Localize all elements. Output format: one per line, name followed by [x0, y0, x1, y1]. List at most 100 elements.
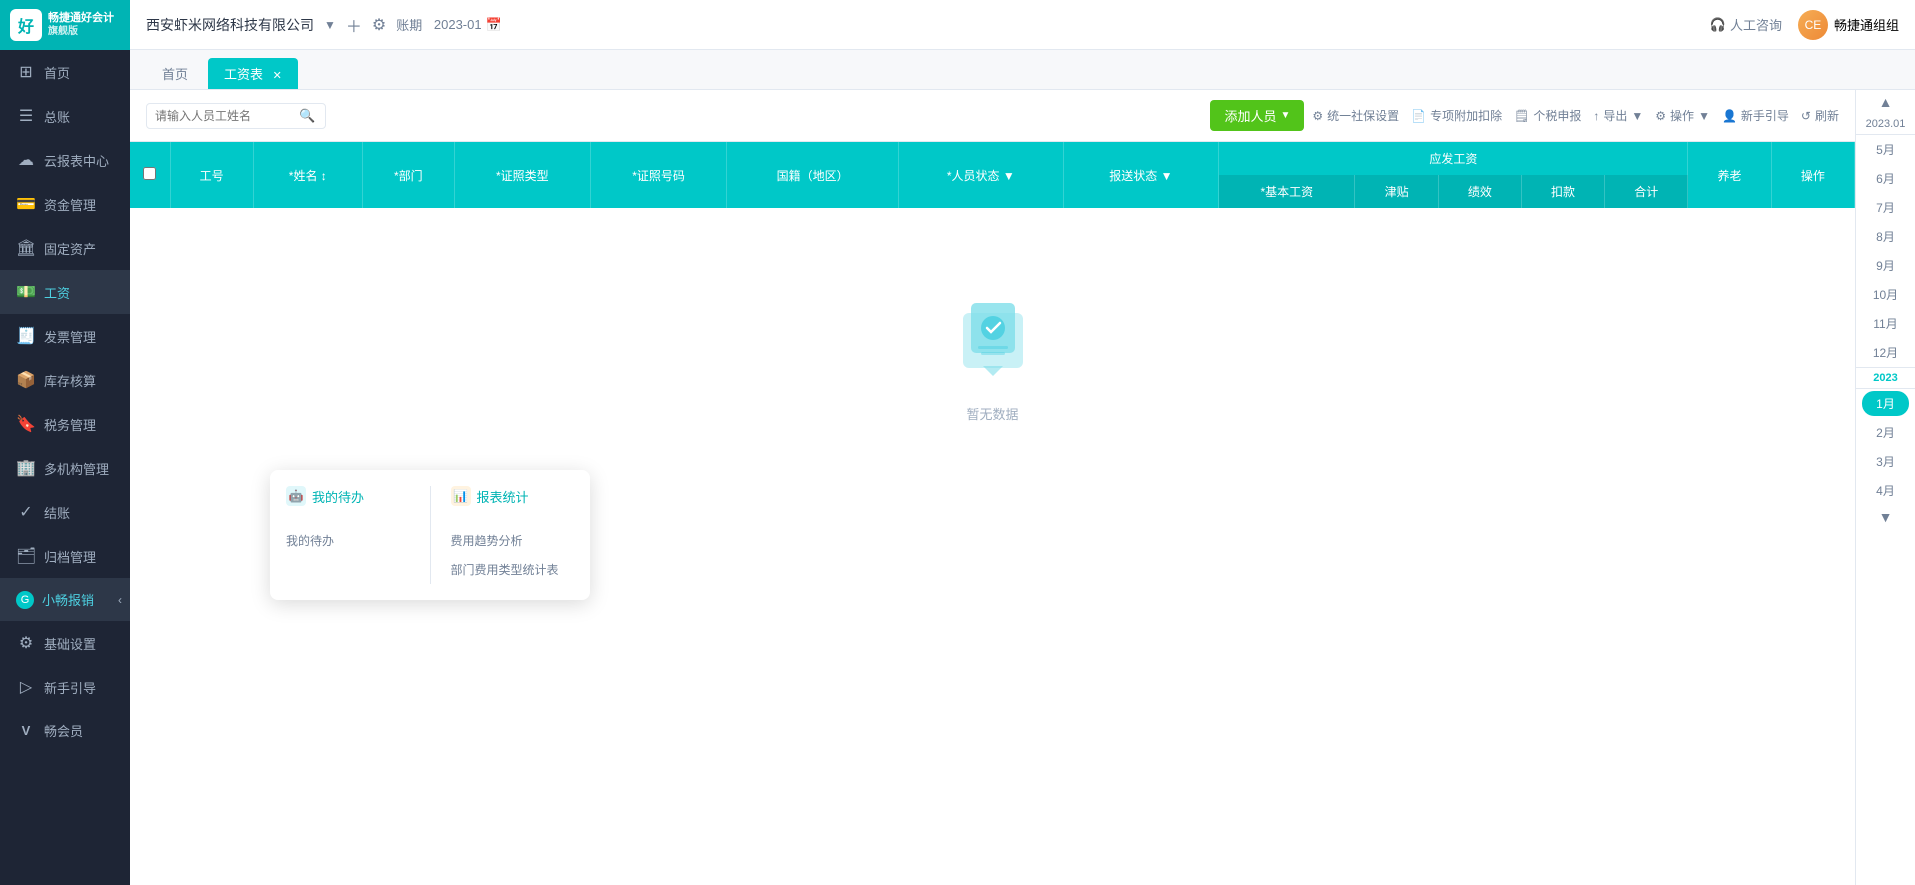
topbar-right: 🎧 人工咨询 CE 畅捷通组组: [1710, 10, 1899, 40]
new-guide-icon: ▷: [16, 677, 36, 697]
popup-report-item-2[interactable]: 部门费用类型统计表: [451, 555, 575, 584]
home-icon: ⊞: [16, 62, 36, 82]
basic-settings-icon: ⚙: [16, 633, 36, 653]
sidebar-item-ledger[interactable]: ☰ 总账: [0, 94, 130, 138]
social-insurance-icon: ⚙: [1312, 109, 1323, 123]
cloud-icon: ☁: [16, 150, 36, 170]
empty-state: 暂无数据: [130, 208, 1855, 503]
timeline-nav-up[interactable]: ▲: [1856, 90, 1915, 114]
popup-divider: [430, 486, 431, 584]
sidebar-item-fixed-assets[interactable]: 🏛 固定资产: [0, 226, 130, 270]
export-btn[interactable]: ↑ 导出 ▼: [1593, 107, 1643, 124]
timeline-month-10[interactable]: 10月: [1856, 280, 1915, 309]
empty-icon: [943, 288, 1043, 388]
refresh-btn[interactable]: ↺ 刷新: [1801, 107, 1839, 124]
tab-salary[interactable]: 工资表 ✕: [208, 58, 298, 89]
app-logo: 好 畅捷通好会计 旗舰版: [0, 0, 130, 50]
sidebar-item-cloud-report[interactable]: ☁ 云报表中心: [0, 138, 130, 182]
sidebar-item-member[interactable]: V 畅会员: [0, 709, 130, 752]
id-type-header: *证照类型: [454, 142, 590, 208]
department-header: *部门: [362, 142, 454, 208]
sidebar-item-home[interactable]: ⊞ 首页: [0, 50, 130, 94]
sidebar-item-basic-settings-label: 基础设置: [44, 634, 96, 653]
logo-icon: 好: [10, 9, 42, 41]
popup-report-item-1[interactable]: 费用趋势分析: [451, 526, 575, 555]
sidebar-item-salary[interactable]: 💵 工资: [0, 270, 130, 314]
timeline-month-9[interactable]: 9月: [1856, 251, 1915, 280]
tab-home[interactable]: 首页: [146, 58, 204, 89]
main-area: 西安虾米网络科技有限公司 ▼ ＋ ⚙ 账期 2023-01 📅 🎧 人工咨询 C…: [130, 0, 1915, 885]
headset-icon: 🎧: [1710, 17, 1726, 33]
personal-tax-btn[interactable]: 🗒 个税申报: [1514, 107, 1581, 124]
table-checkbox-header[interactable]: [130, 142, 170, 208]
timeline-month-3[interactable]: 3月: [1856, 447, 1915, 476]
topbar-gear-icon[interactable]: ⚙: [372, 15, 386, 35]
topbar: 西安虾米网络科技有限公司 ▼ ＋ ⚙ 账期 2023-01 📅 🎧 人工咨询 C…: [130, 0, 1915, 50]
new-guide-btn[interactable]: 👤 新手引导: [1722, 107, 1789, 124]
sidebar-item-archive[interactable]: 🗂 归档管理: [0, 534, 130, 578]
user-info[interactable]: CE 畅捷通组组: [1798, 10, 1899, 40]
sidebar-item-fixed-assets-label: 固定资产: [44, 239, 96, 258]
sidebar-item-tax[interactable]: 🔖 税务管理: [0, 402, 130, 446]
tax-icon: 🔖: [16, 414, 36, 434]
sidebar-item-home-label: 首页: [44, 63, 70, 82]
user-avatar: CE: [1798, 10, 1828, 40]
operation-label: 操作: [1670, 107, 1694, 124]
personal-tax-icon: 🗒: [1514, 109, 1529, 123]
sidebar-item-new-guide[interactable]: ▷ 新手引导: [0, 665, 130, 709]
timeline-month-7[interactable]: 7月: [1856, 193, 1915, 222]
popup-report-title-text: 报表统计: [477, 487, 529, 506]
operation-btn[interactable]: ⚙ 操作 ▼: [1655, 107, 1710, 124]
toolbar-actions: ⚙ 统一社保设置 📄 专项附加扣除 🗒 个税申报 ↑ 导出 ▼: [1312, 107, 1839, 124]
customer-service-label: 人工咨询: [1730, 15, 1782, 34]
new-guide-toolbar-label: 新手引导: [1741, 107, 1789, 124]
sidebar-nav: ⊞ 首页 ☰ 总账 ☁ 云报表中心 💳 资金管理 🏛 固定资产 💵 工资 🧾 发…: [0, 50, 130, 885]
timeline-month-2[interactable]: 2月: [1856, 418, 1915, 447]
invoice-icon: 🧾: [16, 326, 36, 346]
sidebar-item-fund-label: 资金管理: [44, 195, 96, 214]
popup-todo-title[interactable]: 🤖 我的待办: [286, 486, 410, 514]
company-dropdown-icon[interactable]: ▼: [324, 18, 336, 32]
timeline-month-11[interactable]: 11月: [1856, 309, 1915, 338]
timeline-month-4[interactable]: 4月: [1856, 476, 1915, 505]
empty-text: 暂无数据: [966, 404, 1018, 423]
timeline-month-8[interactable]: 8月: [1856, 222, 1915, 251]
timeline-nav-down[interactable]: ▼: [1856, 505, 1915, 529]
add-person-button[interactable]: 添加人员 ▼: [1210, 100, 1304, 131]
timeline-month-1-active[interactable]: 1月: [1862, 391, 1909, 416]
timeline-month-6[interactable]: 6月: [1856, 164, 1915, 193]
special-deduction-btn[interactable]: 📄 专项附加扣除: [1411, 107, 1502, 124]
sidebar-item-settlement[interactable]: ✓ 结账: [0, 490, 130, 534]
sidebar-item-multi-org[interactable]: 🏢 多机构管理: [0, 446, 130, 490]
report-icon: 📊: [453, 489, 468, 503]
inventory-icon: 📦: [16, 370, 36, 390]
customer-service-btn[interactable]: 🎧 人工咨询: [1710, 15, 1782, 34]
report-section-icon: 📊: [451, 486, 471, 506]
sidebar-item-basic-settings[interactable]: ⚙ 基础设置: [0, 621, 130, 665]
social-insurance-btn[interactable]: ⚙ 统一社保设置: [1312, 107, 1399, 124]
popup-todo-item-1[interactable]: 我的待办: [286, 526, 410, 555]
sidebar-item-inventory-label: 库存核算: [44, 371, 96, 390]
sidebar-item-xiaochang[interactable]: G 小畅报销 ‹: [0, 578, 130, 621]
timeline-month-5[interactable]: 5月: [1856, 135, 1915, 164]
sidebar: 好 畅捷通好会计 旗舰版 ⊞ 首页 ☰ 总账 ☁ 云报表中心 💳 资金管理 🏛 …: [0, 0, 130, 885]
export-icon: ↑: [1593, 109, 1599, 123]
sidebar-item-invoice[interactable]: 🧾 发票管理: [0, 314, 130, 358]
popup-report-item-1-label: 费用趋势分析: [451, 534, 523, 548]
operation-icon: ⚙: [1655, 109, 1666, 123]
popup-menu: 🤖 我的待办 我的待办 📊 报表统计 费用趋势分: [270, 470, 590, 600]
search-box[interactable]: 🔍: [146, 103, 326, 129]
sidebar-item-fund[interactable]: 💳 资金管理: [0, 182, 130, 226]
period-value[interactable]: 2023-01: [434, 17, 482, 32]
topbar-add-icon[interactable]: ＋: [346, 13, 362, 37]
calendar-icon[interactable]: 📅: [486, 17, 502, 33]
sidebar-item-inventory[interactable]: 📦 库存核算: [0, 358, 130, 402]
select-all-checkbox[interactable]: [143, 167, 156, 180]
todo-icon: 🤖: [289, 489, 304, 503]
timeline-month-12[interactable]: 12月: [1856, 338, 1915, 367]
special-deduction-label: 专项附加扣除: [1430, 107, 1502, 124]
tab-salary-close-icon[interactable]: ✕: [273, 70, 282, 82]
search-input[interactable]: [155, 109, 295, 123]
popup-report-title[interactable]: 📊 报表统计: [451, 486, 575, 514]
search-icon[interactable]: 🔍: [299, 108, 315, 124]
